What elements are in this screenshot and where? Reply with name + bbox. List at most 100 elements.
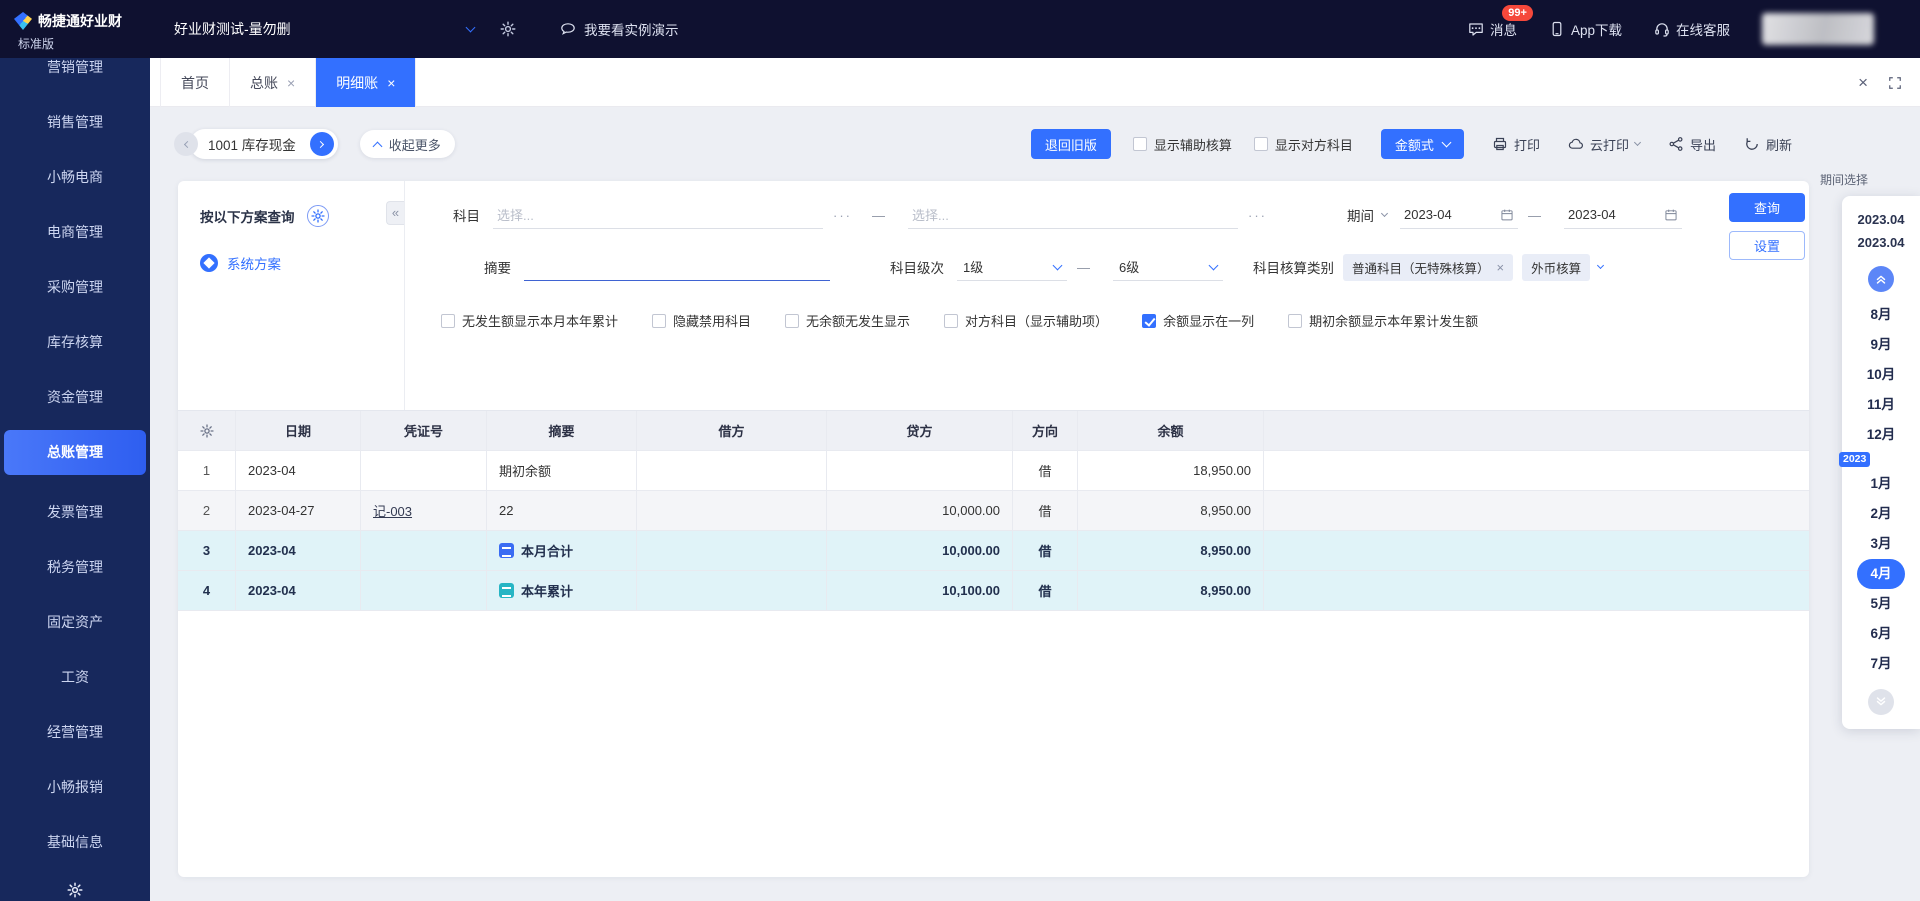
- option-balance-one-column-checkbox[interactable]: 余额显示在一列: [1142, 311, 1254, 330]
- month-item-nov[interactable]: 11月: [1857, 390, 1905, 420]
- sidebar-settings-gear-icon[interactable]: [0, 870, 150, 901]
- month-item-aug[interactable]: 8月: [1857, 300, 1905, 330]
- sidebar-item-funds[interactable]: 资金管理: [0, 370, 150, 425]
- month-item-mar[interactable]: 3月: [1857, 529, 1905, 559]
- category-tag-normal[interactable]: 普通科目（无特殊核算） ×: [1343, 253, 1514, 281]
- month-item-oct[interactable]: 10月: [1857, 360, 1905, 390]
- month-item-dec[interactable]: 12月: [1857, 420, 1905, 450]
- month-item-sep[interactable]: 9月: [1857, 330, 1905, 360]
- back-to-old-version-button[interactable]: 退回旧版: [1030, 129, 1111, 159]
- scroll-months-down-icon[interactable]: [1868, 689, 1894, 715]
- period-to-value: 2023-04: [1568, 207, 1616, 222]
- tab-detail-ledger[interactable]: 明细账 ×: [316, 58, 417, 107]
- subject-to-input[interactable]: 选择...: [908, 201, 1238, 229]
- amount-mode-dropdown[interactable]: 金额式: [1380, 129, 1464, 159]
- table-row-year-total[interactable]: 4 2023-04 本年累计 10,100.00 借 8,950.00: [178, 571, 1809, 611]
- category-tag-foreign-currency[interactable]: 外币核算: [1522, 253, 1591, 281]
- subject-from-more-button[interactable]: ···: [833, 208, 852, 223]
- print-button[interactable]: 打印: [1492, 135, 1540, 154]
- account-selector[interactable]: 1001 库存现金: [190, 129, 338, 159]
- checkbox-icon: [1288, 313, 1303, 328]
- voucher-link[interactable]: 记-003: [373, 501, 412, 520]
- sidebar-item-fixed-assets[interactable]: 固定资产: [0, 595, 150, 650]
- tab-general-ledger[interactable]: 总账 ×: [230, 58, 317, 107]
- option-no-balance-no-activity-checkbox[interactable]: 无余额无发生显示: [785, 311, 910, 330]
- level-to-select[interactable]: 6级: [1113, 253, 1223, 281]
- next-account-button[interactable]: [309, 132, 334, 156]
- option-hide-disabled-accounts-checkbox[interactable]: 隐藏禁用科目: [652, 311, 751, 330]
- sidebar-item-xiaochang-ecommerce[interactable]: 小畅电商: [0, 150, 150, 205]
- company-selector[interactable]: 好业财测试-量勿删: [174, 19, 476, 39]
- prev-account-button[interactable]: [174, 132, 198, 156]
- messages-label: 消息: [1489, 23, 1517, 38]
- cell-debit: [637, 491, 827, 531]
- show-counterpart-checkbox[interactable]: 显示对方科目: [1253, 135, 1353, 154]
- table-row-month-total[interactable]: 3 2023-04 本月合计 10,000.00 借 8,950.00: [178, 531, 1809, 571]
- month-item-jun[interactable]: 6月: [1857, 619, 1905, 649]
- tab-close-icon[interactable]: ×: [287, 75, 295, 91]
- period-from-display[interactable]: 2023.04: [1858, 208, 1905, 231]
- subject-to-more-button[interactable]: ···: [1248, 208, 1267, 223]
- period-to-display[interactable]: 2023.04: [1858, 231, 1905, 254]
- range-dash: —: [1077, 259, 1090, 275]
- fullscreen-icon[interactable]: [1888, 76, 1902, 90]
- month-item-apr-selected[interactable]: 4月: [1857, 559, 1905, 589]
- collapse-more-button[interactable]: 收起更多: [359, 130, 455, 158]
- app-download-button[interactable]: App下载: [1549, 19, 1622, 39]
- topbar-settings-gear-icon[interactable]: [500, 21, 516, 37]
- table-row[interactable]: 1 2023-04 期初余额 借 18,950.00: [178, 451, 1809, 491]
- sidebar-item-sales[interactable]: 销售管理: [0, 95, 150, 150]
- option-opening-balance-ytd-checkbox[interactable]: 期初余额显示本年累计发生额: [1288, 311, 1478, 330]
- sidebar-item-general-ledger[interactable]: 总账管理: [0, 430, 150, 485]
- remove-tag-icon[interactable]: ×: [1497, 260, 1505, 275]
- sidebar-item-inventory[interactable]: 库存核算: [0, 315, 150, 370]
- sidebar-item-purchasing[interactable]: 采购管理: [0, 260, 150, 315]
- month-item-feb[interactable]: 2月: [1857, 499, 1905, 529]
- show-auxiliary-checkbox[interactable]: 显示辅助核算: [1132, 135, 1232, 154]
- period-to-input[interactable]: 2023-04: [1564, 201, 1682, 229]
- period-from-input[interactable]: 2023-04: [1400, 201, 1518, 229]
- option-no-activity-show-totals-checkbox[interactable]: 无发生额显示本月本年累计: [441, 311, 618, 330]
- table-settings-gear-icon[interactable]: [178, 411, 236, 451]
- settings-button[interactable]: 设置: [1729, 231, 1805, 260]
- month-item-may[interactable]: 5月: [1857, 589, 1905, 619]
- online-service-button[interactable]: 在线客服: [1654, 19, 1730, 39]
- export-button[interactable]: 导出: [1668, 135, 1716, 154]
- cell-filler: [1264, 531, 1809, 571]
- user-name-redacted[interactable]: [1762, 13, 1874, 45]
- sidebar-item-tax[interactable]: 税务管理: [0, 540, 150, 595]
- category-tag-normal-label: 普通科目（无特殊核算）: [1352, 261, 1490, 276]
- messages-button[interactable]: 99+ 消息: [1468, 5, 1533, 39]
- demo-link[interactable]: 我要看实例演示: [560, 19, 679, 39]
- row-number: 4: [178, 571, 236, 611]
- subject-from-input[interactable]: 选择...: [493, 201, 823, 229]
- scheme-settings-gear-icon[interactable]: [306, 205, 329, 227]
- category-dropdown-icon[interactable]: [1597, 261, 1605, 270]
- sidebar-item-basic-info[interactable]: 基础信息: [0, 815, 150, 870]
- tab-home[interactable]: 首页: [160, 58, 230, 107]
- cloud-print-dropdown[interactable]: 云打印: [1568, 135, 1642, 154]
- sidebar-item-invoices[interactable]: 发票管理: [0, 485, 150, 540]
- level-from-select[interactable]: 1级: [957, 253, 1067, 281]
- sidebar-item-marketing[interactable]: 营销管理: [0, 58, 150, 95]
- scroll-months-up-icon[interactable]: [1868, 266, 1894, 292]
- subject-to-placeholder: 选择...: [912, 208, 949, 223]
- close-icon[interactable]: ×: [1858, 73, 1868, 93]
- sidebar-item-expense[interactable]: 小畅报销: [0, 760, 150, 815]
- tab-close-icon[interactable]: ×: [387, 75, 395, 91]
- refresh-button[interactable]: 刷新: [1744, 135, 1792, 154]
- summary-input[interactable]: [524, 253, 830, 281]
- query-button[interactable]: 查询: [1729, 193, 1805, 222]
- col-header-credit: 贷方: [827, 411, 1013, 451]
- period-mode-chevron-icon[interactable]: [1380, 209, 1389, 218]
- option-counterpart-account-checkbox[interactable]: 对方科目（显示辅助项）: [944, 311, 1108, 330]
- month-item-jul[interactable]: 7月: [1857, 649, 1905, 679]
- month-item-jan[interactable]: 1月: [1857, 469, 1905, 499]
- table-row[interactable]: 2 2023-04-27 记-003 22 10,000.00 借 8,950.…: [178, 491, 1809, 531]
- collapse-panel-icon[interactable]: «: [386, 201, 404, 225]
- sidebar-item-ecommerce[interactable]: 电商管理: [0, 205, 150, 260]
- sidebar-item-payroll[interactable]: 工资: [0, 650, 150, 705]
- sidebar-item-operations[interactable]: 经营管理: [0, 705, 150, 760]
- scheme-item-system[interactable]: 系统方案: [200, 253, 404, 273]
- collapse-more-label: 收起更多: [388, 137, 441, 153]
